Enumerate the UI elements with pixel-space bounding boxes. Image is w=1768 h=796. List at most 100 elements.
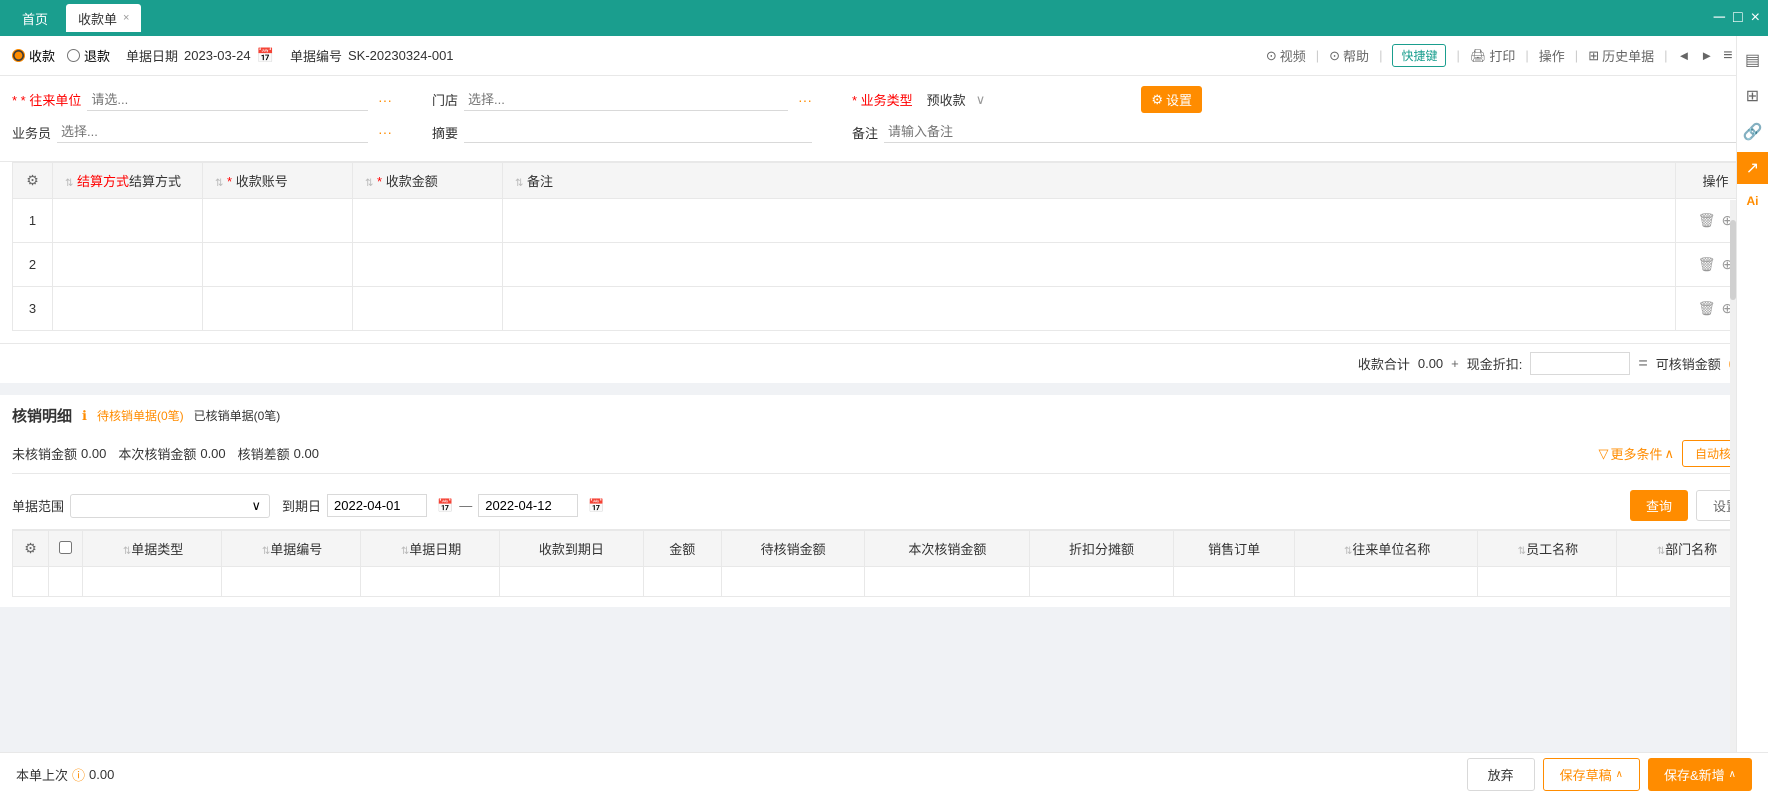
query-button[interactable]: 查询 (1630, 490, 1688, 521)
range-dropdown-icon: ∨ (252, 498, 262, 514)
unreceived-value: 0.00 (81, 446, 106, 461)
receipt-table: ⚙ ⇅ 结算方式结算方式 ⇅ * 收款账号 ⇅ * 收款金额 ⇅ 备注 (12, 162, 1756, 331)
table-row (13, 567, 1756, 597)
date-label: 单据日期 (126, 46, 178, 65)
col-staff: 员工名称 (1526, 542, 1578, 557)
num-value: SK-20230324-001 (348, 48, 454, 63)
arrow-left-icon[interactable]: ◄ (1678, 48, 1691, 63)
writeoff-title: 核销明细 (12, 405, 72, 426)
select-all-checkbox[interactable] (59, 541, 72, 554)
print-action[interactable]: 🖨 打印 (1470, 46, 1516, 65)
summary-row: 收款合计 0.00 + 现金折扣: = 可核销金额 0.00 (0, 343, 1768, 383)
date-to-calendar-icon[interactable]: 📅 (588, 498, 604, 514)
prev-label: 本单上次 (16, 765, 68, 784)
plus-sign: + (1451, 356, 1459, 371)
unreceived-label: 未核销金额 (12, 444, 77, 463)
staff-input[interactable] (57, 121, 368, 143)
minimize-icon[interactable]: ─ (1714, 9, 1725, 27)
due-date-to-input[interactable] (478, 494, 578, 517)
close-window-icon[interactable]: × (1751, 9, 1760, 27)
col-pending: 待核销金额 (761, 542, 826, 557)
store-input[interactable] (464, 89, 788, 111)
row-2-delete-icon[interactable]: 🗑 (1698, 256, 1716, 273)
bottom-table-settings-icon[interactable]: ⚙ (24, 540, 37, 556)
completed-tab[interactable]: 已核销单据(0笔) (194, 407, 281, 424)
tab-close-icon[interactable]: × (123, 12, 129, 24)
top-toolbar: 收款 退款 单据日期 2023-03-24 📅 单据编号 SK-20230324… (0, 36, 1768, 76)
range-field: 单据范围 ∨ (12, 494, 270, 518)
col-amount-header: * (377, 174, 386, 189)
right-panel-ai-label[interactable]: Ai (1747, 188, 1759, 214)
tab-receipt[interactable]: 收款单 × (66, 4, 141, 32)
gear-icon: ⚙ (1151, 92, 1163, 108)
menu-icon[interactable]: ≡ (1723, 47, 1732, 65)
radio-refund[interactable]: 退款 (67, 46, 110, 65)
remark-input[interactable] (884, 121, 1756, 143)
maximize-icon[interactable]: □ (1733, 9, 1743, 27)
writeoff-info-icon[interactable]: ℹ (82, 408, 87, 424)
row-1-delete-icon[interactable]: 🗑 (1698, 212, 1716, 229)
staff-more-icon[interactable]: ··· (378, 124, 392, 140)
num-meta: 单据编号 SK-20230324-001 (290, 46, 454, 65)
right-panel-link-icon[interactable]: 🔗 (1743, 116, 1763, 148)
range-label: 单据范围 (12, 496, 64, 515)
cash-discount-input[interactable] (1530, 352, 1630, 375)
col-payment-header: 结算方式 (77, 174, 129, 189)
history-icon: ⊞ (1588, 48, 1599, 64)
toolbar-actions: ⊙ 视频 | ⊙ 帮助 | 快捷键 | 🖨 打印 | 操作 | ⊞ 历史单据 |… (1266, 44, 1756, 67)
radio-receive[interactable]: 收款 (12, 46, 55, 65)
history-action[interactable]: ⊞ 历史单据 (1588, 46, 1654, 65)
tab-home[interactable]: 首页 (8, 0, 62, 36)
counterpart-more-icon[interactable]: ··· (378, 92, 392, 108)
footer-info-icon[interactable]: ⓘ (72, 765, 85, 784)
date-meta: 单据日期 2023-03-24 📅 (126, 46, 274, 65)
col-counterpart: 往来单位名称 (1352, 542, 1430, 557)
date-calendar-icon[interactable]: 📅 (257, 47, 274, 64)
summary-input[interactable] (464, 121, 812, 143)
right-panel-table-icon[interactable]: ▤ (1745, 44, 1760, 76)
shortcuts-button[interactable]: 快捷键 (1392, 44, 1446, 67)
cash-discount-label: 现金折扣: (1467, 354, 1523, 373)
help-action[interactable]: ⊙ 帮助 (1329, 46, 1369, 65)
date-from-calendar-icon[interactable]: 📅 (437, 498, 453, 514)
save-draft-dropdown-icon[interactable]: ∧ (1616, 769, 1623, 780)
counterpart-input[interactable] (87, 89, 368, 111)
table-row: 3 🗑 ⊕ (13, 287, 1756, 331)
arrow-right-icon[interactable]: ► (1700, 48, 1713, 63)
col-remark-header: 备注 (527, 174, 553, 189)
unreceived-filter: 未核销金额 0.00 (12, 444, 106, 463)
bottom-table: ⚙ ⇅单据类型 ⇅单据编号 ⇅单据日期 收款到期日 金额 待核销金额 本次核销金… (12, 530, 1756, 597)
col-number: 单据编号 (270, 542, 322, 557)
right-panel-grid-icon[interactable]: ⊞ (1746, 80, 1759, 112)
summary-label: 摘要 (432, 123, 458, 142)
save-new-dropdown-icon[interactable]: ∧ (1729, 769, 1736, 780)
operation-action[interactable]: 操作 (1539, 46, 1565, 65)
store-more-icon[interactable]: ··· (798, 92, 812, 108)
receipt-total-label: 收款合计 (1358, 354, 1410, 373)
due-date-from-input[interactable] (327, 494, 427, 517)
right-panel-expand-icon[interactable]: ↗ (1737, 152, 1768, 184)
tab-bar: 首页 收款单 × ─ □ × (0, 0, 1768, 36)
biz-type-dropdown-icon[interactable]: ∨ (976, 92, 986, 108)
row-num-1: 1 (13, 199, 53, 243)
summary-field: 摘要 (432, 121, 812, 143)
settings-gear-button[interactable]: ⚙ 设置 (1141, 86, 1202, 113)
store-field: 门店 ··· (432, 89, 812, 111)
diff-value: 0.00 (294, 446, 319, 461)
table-settings-icon[interactable]: ⚙ (26, 172, 39, 188)
save-new-button[interactable]: 保存&新增 ∧ (1648, 758, 1752, 791)
tab-receipt-label: 收款单 (78, 9, 117, 28)
col-sales-order: 销售订单 (1208, 542, 1260, 557)
more-conditions-btn[interactable]: ▽ 更多条件 ∧ (1598, 444, 1674, 463)
video-action[interactable]: ⊙ 视频 (1266, 46, 1306, 65)
staff-label: 业务员 (12, 123, 51, 142)
help-icon: ⊙ (1329, 48, 1340, 64)
footer-actions: 放弃 保存草稿 ∧ 保存&新增 ∧ (1467, 758, 1752, 791)
range-select[interactable]: ∨ (70, 494, 270, 518)
due-date-field: 到期日 📅 — 📅 (282, 494, 604, 517)
row-3-delete-icon[interactable]: 🗑 (1698, 300, 1716, 317)
pending-tab[interactable]: 待核销单据(0笔) (97, 407, 184, 424)
save-draft-button[interactable]: 保存草稿 ∧ (1543, 758, 1640, 791)
abandon-button[interactable]: 放弃 (1467, 758, 1535, 791)
writeoff-header: 核销明细 ℹ 待核销单据(0笔) 已核销单据(0笔) (12, 405, 1756, 426)
